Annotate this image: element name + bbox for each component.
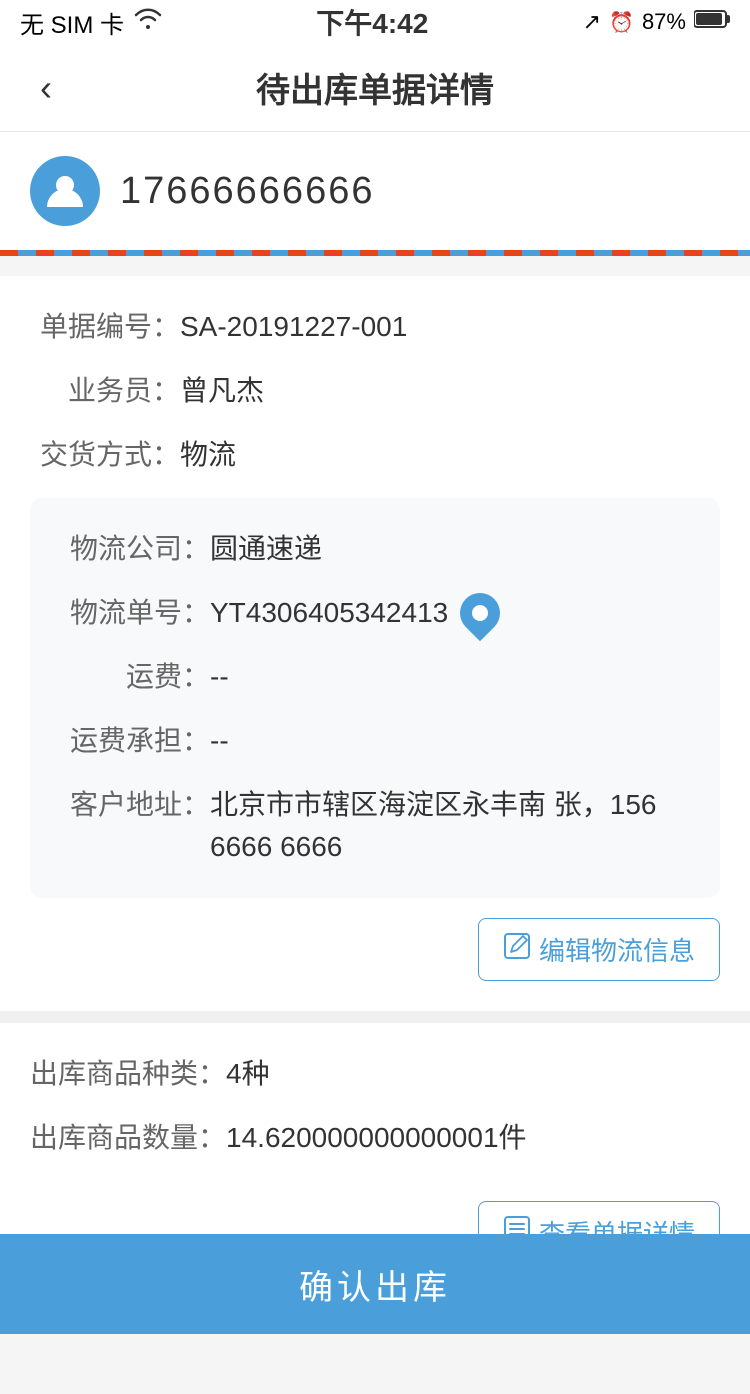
goods-category-row: 出库商品种类： 4种 bbox=[30, 1053, 720, 1095]
battery-icon bbox=[694, 9, 730, 35]
confirm-button[interactable]: 确认出库 bbox=[0, 1234, 750, 1334]
document-number-row: 单据编号： SA-20191227-001 bbox=[30, 306, 720, 348]
sales-rep-row: 业务员： 曾凡杰 bbox=[30, 370, 720, 412]
edit-logistics-button[interactable]: 编辑物流信息 bbox=[478, 918, 720, 981]
location-icon: ↗ bbox=[583, 9, 601, 35]
avatar bbox=[30, 156, 100, 226]
goods-category-value: 4种 bbox=[226, 1053, 720, 1095]
delivery-method-value: 物流 bbox=[180, 434, 720, 476]
logistics-company-value: 圆通速递 bbox=[210, 528, 690, 570]
status-bar: 无 SIM 卡 下午4:42 ↗ ⏰ 87% bbox=[0, 0, 750, 44]
nav-bar: ‹ 待出库单据详情 bbox=[0, 44, 750, 132]
status-right: ↗ ⏰ 87% bbox=[583, 9, 730, 35]
delivery-method-row: 交货方式： 物流 bbox=[30, 434, 720, 476]
location-pin-icon[interactable] bbox=[452, 585, 509, 642]
page-title: 待出库单据详情 bbox=[256, 63, 494, 112]
battery-percent: 87% bbox=[642, 9, 686, 35]
back-button[interactable]: ‹ bbox=[30, 57, 62, 119]
document-number-value: SA-20191227-001 bbox=[180, 306, 720, 348]
sales-rep-value: 曾凡杰 bbox=[180, 370, 720, 412]
address-label: 客户地址： bbox=[60, 784, 210, 826]
dashed-separator bbox=[0, 250, 750, 256]
goods-quantity-label: 出库商品数量： bbox=[30, 1117, 226, 1159]
logistics-card: 物流公司： 圆通速递 物流单号： YT43064053424​13 运费： --… bbox=[30, 498, 720, 898]
edit-logistics-label: 编辑物流信息 bbox=[539, 931, 695, 968]
edit-btn-container: 编辑物流信息 bbox=[30, 898, 720, 981]
user-phone: 17666666666 bbox=[120, 170, 374, 213]
confirm-button-label: 确认出库 bbox=[299, 1260, 451, 1309]
sales-rep-label: 业务员： bbox=[30, 370, 180, 412]
logistics-company-row: 物流公司： 圆通速递 bbox=[60, 528, 690, 570]
freight-label: 运费： bbox=[60, 656, 210, 698]
user-header: 17666666666 bbox=[0, 132, 750, 250]
freight-bearer-value: -- bbox=[210, 720, 690, 762]
section-divider-1 bbox=[0, 1011, 750, 1023]
logistics-company-label: 物流公司： bbox=[60, 528, 210, 570]
alarm-icon: ⏰ bbox=[609, 10, 634, 35]
freight-value: -- bbox=[210, 656, 690, 698]
wifi-icon bbox=[134, 8, 162, 37]
address-row: 客户地址： 北京市市辖区海淀区永丰南 张，156 6666 6666 bbox=[60, 784, 690, 868]
tracking-number-value: YT43064053424​13 bbox=[210, 592, 690, 634]
freight-row: 运费： -- bbox=[60, 656, 690, 698]
address-value: 北京市市辖区海淀区永丰南 张，156 6666 6666 bbox=[210, 784, 690, 868]
status-left: 无 SIM 卡 bbox=[20, 5, 162, 40]
goods-quantity-value: 14.620000000000001件 bbox=[226, 1117, 720, 1159]
network-status: 无 SIM 卡 bbox=[20, 5, 124, 40]
tracking-number-label: 物流单号： bbox=[60, 592, 210, 634]
freight-bearer-row: 运费承担： -- bbox=[60, 720, 690, 762]
goods-category-label: 出库商品种类： bbox=[30, 1053, 226, 1095]
document-number-label: 单据编号： bbox=[30, 306, 180, 348]
tracking-number-row: 物流单号： YT43064053424​13 bbox=[60, 592, 690, 634]
status-time: 下午4:42 bbox=[316, 2, 428, 42]
basic-info-section: 单据编号： SA-20191227-001 业务员： 曾凡杰 交货方式： 物流 … bbox=[0, 276, 750, 1011]
freight-bearer-label: 运费承担： bbox=[60, 720, 210, 762]
edit-icon bbox=[503, 932, 531, 967]
goods-quantity-row: 出库商品数量： 14.620000000000001件 bbox=[30, 1117, 720, 1159]
delivery-method-label: 交货方式： bbox=[30, 434, 180, 476]
